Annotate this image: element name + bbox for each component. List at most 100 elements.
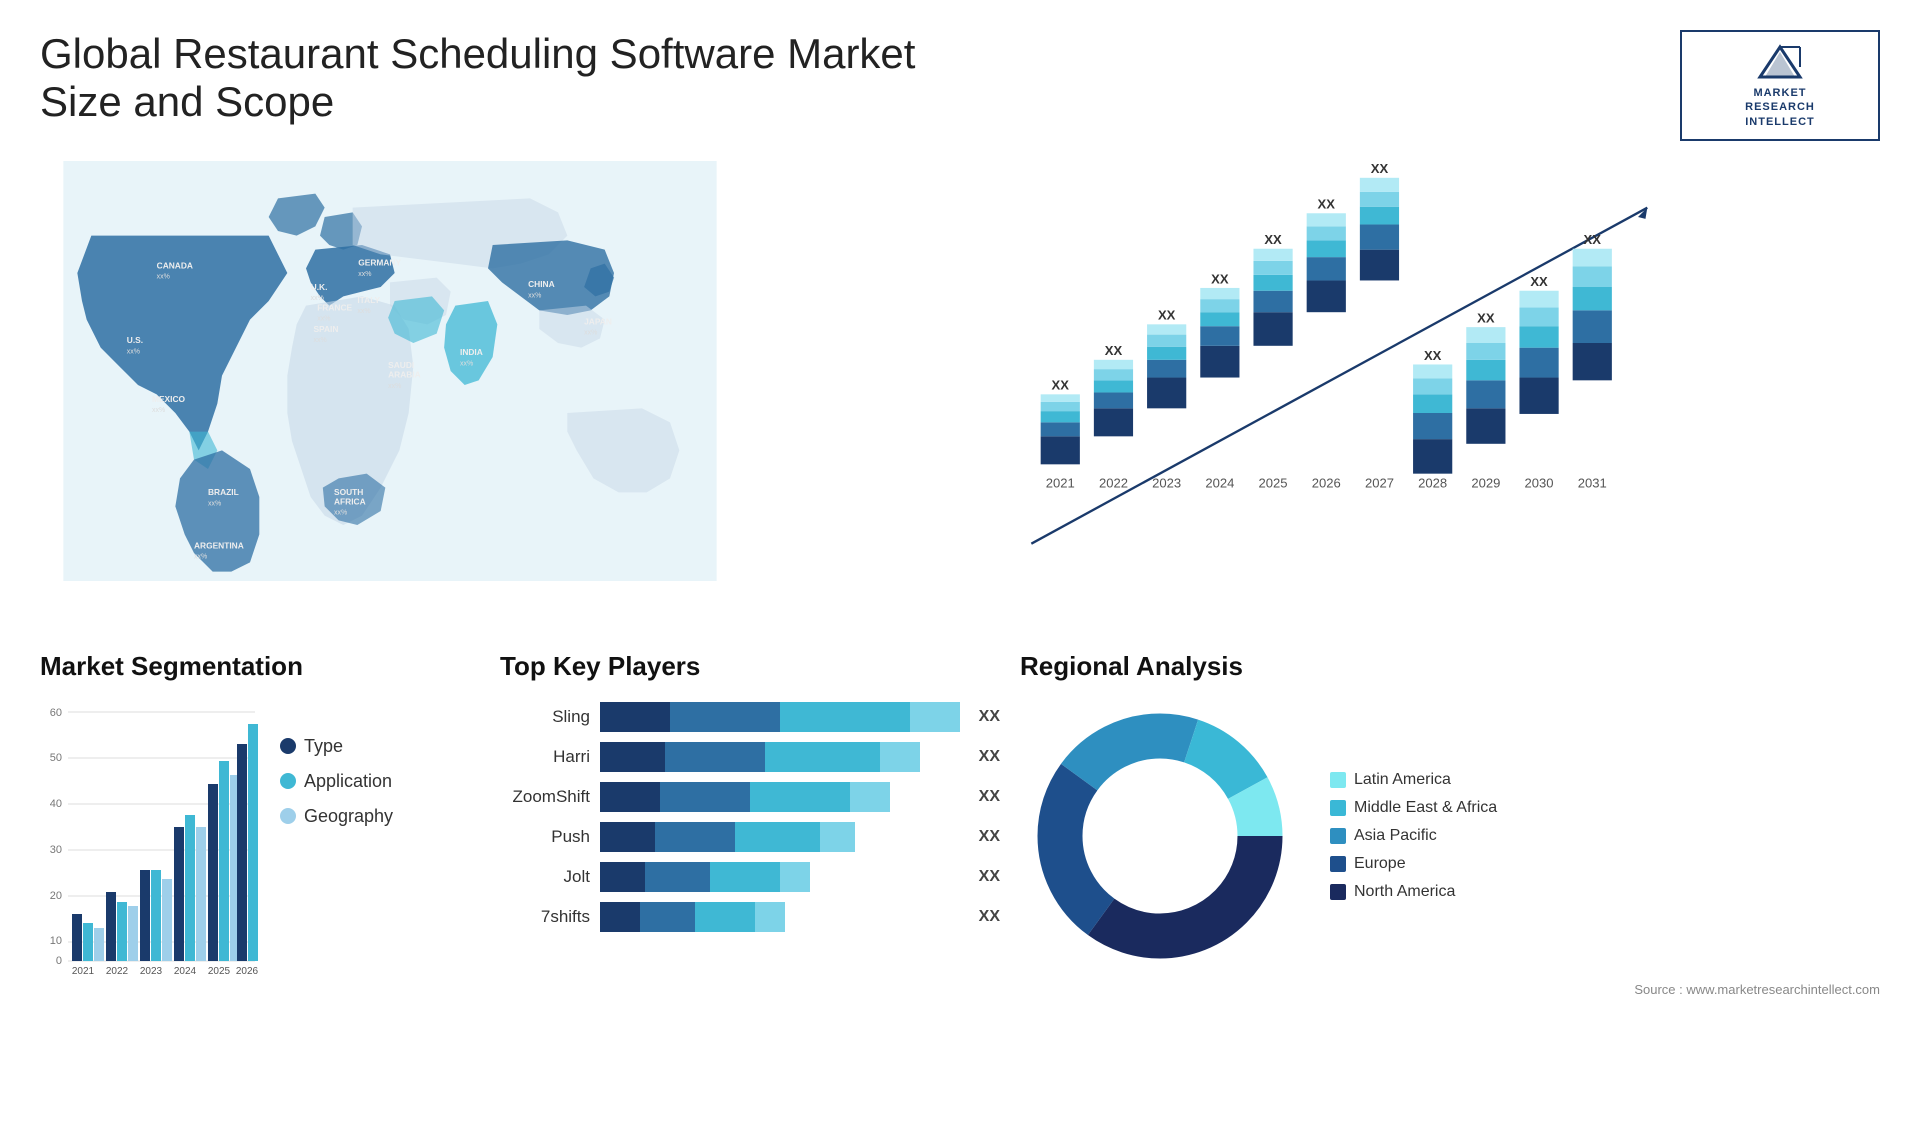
player-name-7shifts: 7shifts: [500, 907, 590, 927]
bar-chart-container: XX XX XX: [770, 161, 1880, 581]
map-label-uk: U.K.: [311, 282, 328, 292]
svg-text:XX: XX: [1211, 271, 1229, 286]
regional-legend: Latin America Middle East & Africa Asia …: [1330, 771, 1497, 901]
svg-text:xx%: xx%: [208, 500, 221, 507]
header: Global Restaurant Scheduling Software Ma…: [40, 30, 1880, 141]
svg-text:xx%: xx%: [157, 273, 170, 280]
svg-text:xx%: xx%: [460, 360, 473, 367]
legend-europe: Europe: [1330, 855, 1497, 873]
svg-text:2026: 2026: [1312, 476, 1341, 491]
legend-type: Type: [280, 736, 393, 757]
svg-text:xx%: xx%: [334, 510, 347, 517]
svg-text:2021: 2021: [72, 966, 95, 976]
player-row-jolt: Jolt XX: [500, 862, 1000, 892]
player-val-sling: XX: [979, 708, 1000, 726]
svg-text:2030: 2030: [1525, 476, 1554, 491]
player-val-7shifts: XX: [979, 908, 1000, 926]
donut-chart-svg: [1020, 696, 1300, 976]
svg-text:2022: 2022: [1099, 476, 1128, 491]
player-row-7shifts: 7shifts XX: [500, 902, 1000, 932]
svg-text:xx%: xx%: [152, 407, 165, 414]
donut-wrap: Latin America Middle East & Africa Asia …: [1020, 696, 1880, 976]
svg-text:xx%: xx%: [357, 308, 370, 315]
legend-application: Application: [280, 771, 393, 792]
player-bar-jolt: [600, 862, 961, 892]
map-label-germany: GERMANY: [358, 257, 401, 267]
players-chart: Sling XX Harri: [500, 696, 1000, 932]
player-bar-sling: [600, 702, 961, 732]
player-val-push: XX: [979, 828, 1000, 846]
map-label-italy: ITALY: [357, 295, 380, 305]
svg-text:xx%: xx%: [311, 295, 324, 302]
page-title: Global Restaurant Scheduling Software Ma…: [40, 30, 940, 126]
player-row-zoomshift: ZoomShift XX: [500, 782, 1000, 812]
svg-text:ARABIA: ARABIA: [388, 369, 421, 379]
svg-text:2024: 2024: [1205, 476, 1234, 491]
player-row-harri: Harri XX: [500, 742, 1000, 772]
svg-text:XX: XX: [1158, 308, 1176, 323]
legend-latin-america-color: [1330, 772, 1346, 788]
logo: MARKET RESEARCH INTELLECT: [1680, 30, 1880, 141]
svg-text:0: 0: [56, 955, 62, 967]
legend-application-dot: [280, 773, 296, 789]
svg-text:XX: XX: [1105, 343, 1123, 358]
map-label-france: FRANCE: [317, 302, 352, 312]
svg-text:xx%: xx%: [388, 383, 401, 390]
legend-geography: Geography: [280, 806, 393, 827]
players-title: Top Key Players: [500, 651, 1000, 682]
seg-chart-container: 60 50 40 30 20 10 0: [40, 696, 480, 996]
legend-north-america-color: [1330, 884, 1346, 900]
legend-latin-america: Latin America: [1330, 771, 1497, 789]
svg-text:2021: 2021: [1046, 476, 1075, 491]
bar-chart-svg: XX XX XX: [780, 161, 1880, 581]
player-row-push: Push XX: [500, 822, 1000, 852]
svg-text:xx%: xx%: [584, 329, 597, 336]
svg-text:AFRICA: AFRICA: [334, 496, 366, 506]
svg-text:xx%: xx%: [194, 553, 207, 560]
svg-text:2023: 2023: [1152, 476, 1181, 491]
map-label-us: U.S.: [127, 335, 143, 345]
svg-text:2025: 2025: [1259, 476, 1288, 491]
map-label-brazil: BRAZIL: [208, 487, 239, 497]
svg-text:xx%: xx%: [127, 348, 140, 355]
svg-text:xx%: xx%: [317, 315, 330, 322]
segmentation-legend: Type Application Geography: [280, 696, 393, 827]
legend-europe-color: [1330, 856, 1346, 872]
player-name-sling: Sling: [500, 707, 590, 727]
legend-asia-pacific: Asia Pacific: [1330, 827, 1497, 845]
svg-text:XX: XX: [1424, 348, 1442, 363]
svg-text:2029: 2029: [1471, 476, 1500, 491]
map-container: CANADA xx% U.S. xx% MEXICO xx% BRAZIL xx…: [40, 161, 740, 581]
world-map-svg: CANADA xx% U.S. xx% MEXICO xx% BRAZIL xx…: [40, 161, 740, 581]
map-label-china: CHINA: [528, 279, 555, 289]
player-bar-push: [600, 822, 961, 852]
svg-text:xx%: xx%: [528, 292, 541, 299]
segmentation-chart-svg: 60 50 40 30 20 10 0: [40, 696, 260, 976]
legend-geography-dot: [280, 808, 296, 824]
svg-text:XX: XX: [1264, 232, 1282, 247]
svg-text:50: 50: [50, 752, 62, 764]
player-val-jolt: XX: [979, 868, 1000, 886]
map-label-spain: SPAIN: [313, 324, 338, 334]
legend-middle-east: Middle East & Africa: [1330, 799, 1497, 817]
player-val-harri: XX: [979, 748, 1000, 766]
svg-text:xx%: xx%: [313, 337, 326, 344]
player-val-zoomshift: XX: [979, 788, 1000, 806]
map-label-mexico: MEXICO: [152, 394, 186, 404]
segmentation-title: Market Segmentation: [40, 651, 480, 682]
svg-text:2027: 2027: [1365, 476, 1394, 491]
svg-text:2026: 2026: [236, 966, 259, 976]
svg-text:xx%: xx%: [358, 271, 371, 278]
seg-svg-wrap: 60 50 40 30 20 10 0: [40, 696, 260, 981]
svg-text:20: 20: [50, 890, 62, 902]
player-name-jolt: Jolt: [500, 867, 590, 887]
regional-section: Regional Analysis: [1020, 651, 1880, 1031]
player-name-harri: Harri: [500, 747, 590, 767]
map-label-japan: JAPAN: [584, 316, 612, 326]
svg-text:2025: 2025: [208, 966, 231, 976]
legend-asia-pacific-color: [1330, 828, 1346, 844]
segmentation-section: Market Segmentation 60 50 40 30 20 10 0: [40, 651, 480, 1031]
svg-text:10: 10: [50, 935, 62, 947]
legend-type-dot: [280, 738, 296, 754]
svg-text:XX: XX: [1371, 161, 1389, 176]
